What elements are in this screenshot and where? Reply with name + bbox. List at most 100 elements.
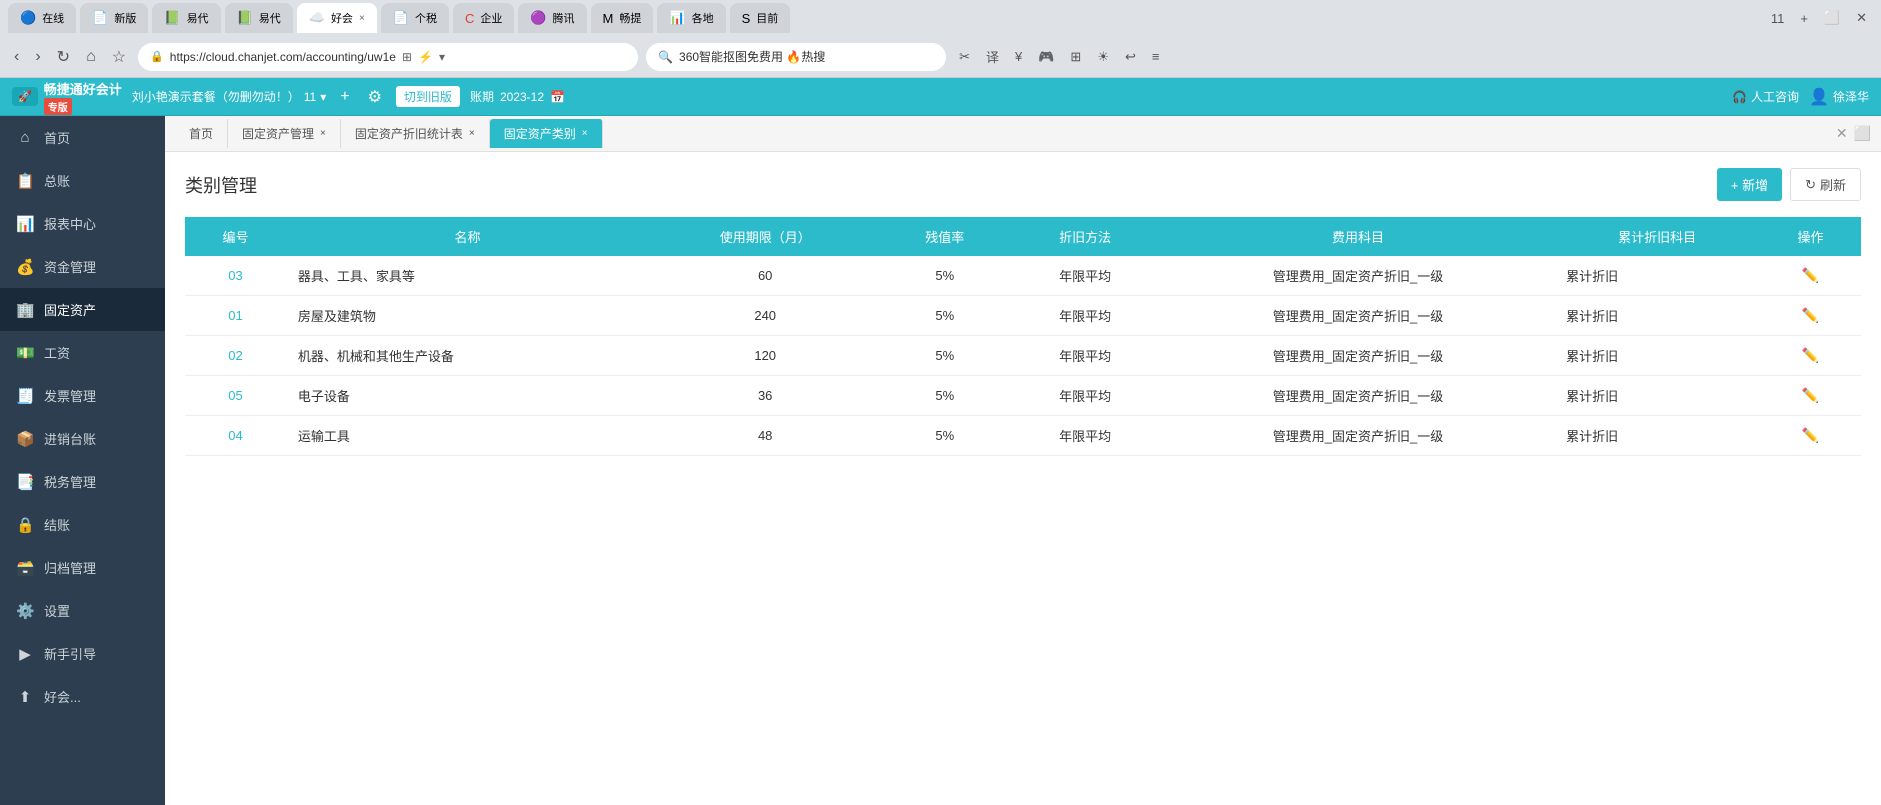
calendar-icon[interactable]: 📅 [550,90,565,104]
search-bar[interactable]: 🔍 360智能抠图免费用 🔥热搜 [646,43,946,71]
sidebar-item-tax[interactable]: 📑 税务管理 [0,460,165,503]
cell-method-2: 年限平均 [1008,336,1161,376]
inner-maximize-btn[interactable]: ⬜ [1854,125,1871,142]
sidebar-item-label-archive: 归档管理 [44,558,96,577]
header-right: 🎧 人工咨询 👤 徐泽华 [1732,87,1869,107]
tab-asset-category-close[interactable]: × [582,128,588,139]
add-category-btn[interactable]: + 新增 [1717,168,1782,201]
edit-btn-2[interactable]: ✏️ [1802,347,1819,363]
cell-expense-2: 管理费用_固定资产折旧_一级 [1162,336,1554,376]
sidebar-item-inventory[interactable]: 📦 进销台账 [0,417,165,460]
bookmark-btn[interactable]: ☆ [108,43,130,71]
sidebar-item-label-reports: 报表中心 [44,214,96,233]
sidebar-item-settings[interactable]: ⚙️ 设置 [0,589,165,632]
browser-tab-current[interactable]: S 目前 [730,3,791,33]
table-row: 05 电子设备 36 5% 年限平均 管理费用_固定资产折旧_一级 累计折旧 ✏… [185,376,1861,416]
period-label: 账期 [470,88,494,105]
address-bar[interactable]: 🔒 https://cloud.chanjet.com/accounting/u… [138,43,638,71]
code-link-2[interactable]: 02 [228,348,242,363]
browser-tab-yidai2[interactable]: 📗 易代 [225,3,293,33]
logo-sub: 专版 [44,98,72,115]
col-actions: 操作 [1760,217,1861,256]
back-btn[interactable]: ‹ [10,44,23,70]
browser-window-controls: 11 + ⬜ ✕ [1765,8,1873,28]
settings-icon-btn[interactable]: ☀ [1092,46,1114,68]
edit-btn-4[interactable]: ✏️ [1802,427,1819,443]
scissors-icon-btn[interactable]: ✂ [954,46,975,68]
reports-icon: 📊 [16,215,34,233]
cell-accumulated-3: 累计折旧 [1554,376,1760,416]
browser-tab-gedi[interactable]: 📊 各地 [657,3,725,33]
switch-version-btn[interactable]: 切到旧版 [396,86,460,107]
sidebar-item-fixed-assets[interactable]: 🏢 固定资产 [0,288,165,331]
home-btn[interactable]: ⌂ [82,44,100,70]
col-method: 折旧方法 [1008,217,1161,256]
tab-home[interactable]: 首页 [175,119,228,148]
close-btn[interactable]: ✕ [1850,8,1873,28]
tab-fixed-assets-mgmt-label: 固定资产管理 [242,125,314,142]
tab-asset-category[interactable]: 固定资产类别 × [490,119,603,148]
game-icon-btn[interactable]: 🎮 [1033,46,1059,68]
cell-residual-1: 5% [881,296,1008,336]
code-link-4[interactable]: 04 [228,428,242,443]
user-dropdown-icon[interactable]: ▾ [320,90,326,104]
cell-actions-1: ✏️ [1760,296,1861,336]
more-btn[interactable]: + [336,84,353,110]
browser-tab-new[interactable]: 📄 新版 [80,3,148,33]
browser-tab-yidai1[interactable]: 📗 易代 [152,3,220,33]
code-link-1[interactable]: 01 [228,308,242,323]
edit-btn-0[interactable]: ✏️ [1802,267,1819,283]
sidebar-item-archive[interactable]: 🗃️ 归档管理 [0,546,165,589]
tab-fixed-assets-mgmt[interactable]: 固定资产管理 × [228,119,341,148]
sidebar-item-guide[interactable]: ▶ 新手引导 [0,632,165,675]
browser-tab-tencent[interactable]: 🟣 腾讯 [518,3,586,33]
code-link-0[interactable]: 03 [228,268,242,283]
inner-close-btn[interactable]: ✕ [1836,125,1848,142]
more-sidebar-icon: ⬆ [16,688,34,706]
sidebar-item-funds[interactable]: 💰 资金管理 [0,245,165,288]
cell-accumulated-0: 累计折旧 [1554,256,1760,296]
refresh-btn[interactable]: ↻ 刷新 [1790,168,1861,201]
sidebar-item-more[interactable]: ⬆ 好会... [0,675,165,718]
grid-icon-btn[interactable]: ⊞ [1065,46,1086,68]
tab-fixed-assets-mgmt-close[interactable]: × [320,128,326,139]
reload-btn[interactable]: ↻ [53,43,74,71]
edit-btn-3[interactable]: ✏️ [1802,387,1819,403]
sidebar-item-home[interactable]: ⌂ 首页 [0,116,165,159]
browser-tab-enterprise[interactable]: C 企业 [453,3,514,33]
cell-residual-2: 5% [881,336,1008,376]
sidebar-item-closing[interactable]: 🔒 结账 [0,503,165,546]
cell-residual-0: 5% [881,256,1008,296]
edit-btn-1[interactable]: ✏️ [1802,307,1819,323]
minimize-btn[interactable]: 11 [1765,9,1791,28]
undo-icon-btn[interactable]: ↩ [1120,46,1141,68]
translate-icon-btn[interactable]: 译 [981,44,1004,69]
tab-depreciation-report[interactable]: 固定资产折旧统计表 × [341,119,490,148]
settings-btn[interactable]: ⚙ [364,83,386,111]
browser-tab-online[interactable]: 🔵 在线 [8,3,76,33]
search-icon: 🔍 [658,50,673,64]
currency-icon-btn[interactable]: ¥ [1010,46,1027,67]
consultation-btn[interactable]: 🎧 人工咨询 [1732,88,1799,105]
tab-add-btn[interactable]: + [1794,9,1814,28]
sidebar-item-invoice[interactable]: 🧾 发票管理 [0,374,165,417]
sidebar-item-reports[interactable]: 📊 报表中心 [0,202,165,245]
maximize-btn[interactable]: ⬜ [1818,8,1846,28]
menu-icon-btn[interactable]: ≡ [1147,46,1165,67]
browser-tab-active[interactable]: ☁️ 好会 × [297,3,377,33]
sidebar-item-payroll[interactable]: 💵 工资 [0,331,165,374]
browser-tab-close[interactable]: × [359,13,365,24]
tab-depreciation-report-close[interactable]: × [469,128,475,139]
cell-name-1: 房屋及建筑物 [286,296,649,336]
app-header: 🚀 畅捷通好会计 专版 刘小艳演示套餐（勿删勿动！） 11 ▾ + ⚙ 切到旧版… [0,78,1881,116]
browser-tab-tax[interactable]: 📄 个税 [381,3,449,33]
col-code: 编号 [185,217,286,256]
forward-btn[interactable]: › [31,44,44,70]
url-text: https://cloud.chanjet.com/accounting/uw1… [170,50,396,64]
browser-tab-changjie[interactable]: M 畅提 [591,3,654,33]
tab-asset-category-label: 固定资产类别 [504,125,576,142]
code-link-3[interactable]: 05 [228,388,242,403]
user-account[interactable]: 👤 徐泽华 [1809,87,1869,107]
refresh-icon: ↻ [1805,177,1816,193]
sidebar-item-ledger[interactable]: 📋 总账 [0,159,165,202]
